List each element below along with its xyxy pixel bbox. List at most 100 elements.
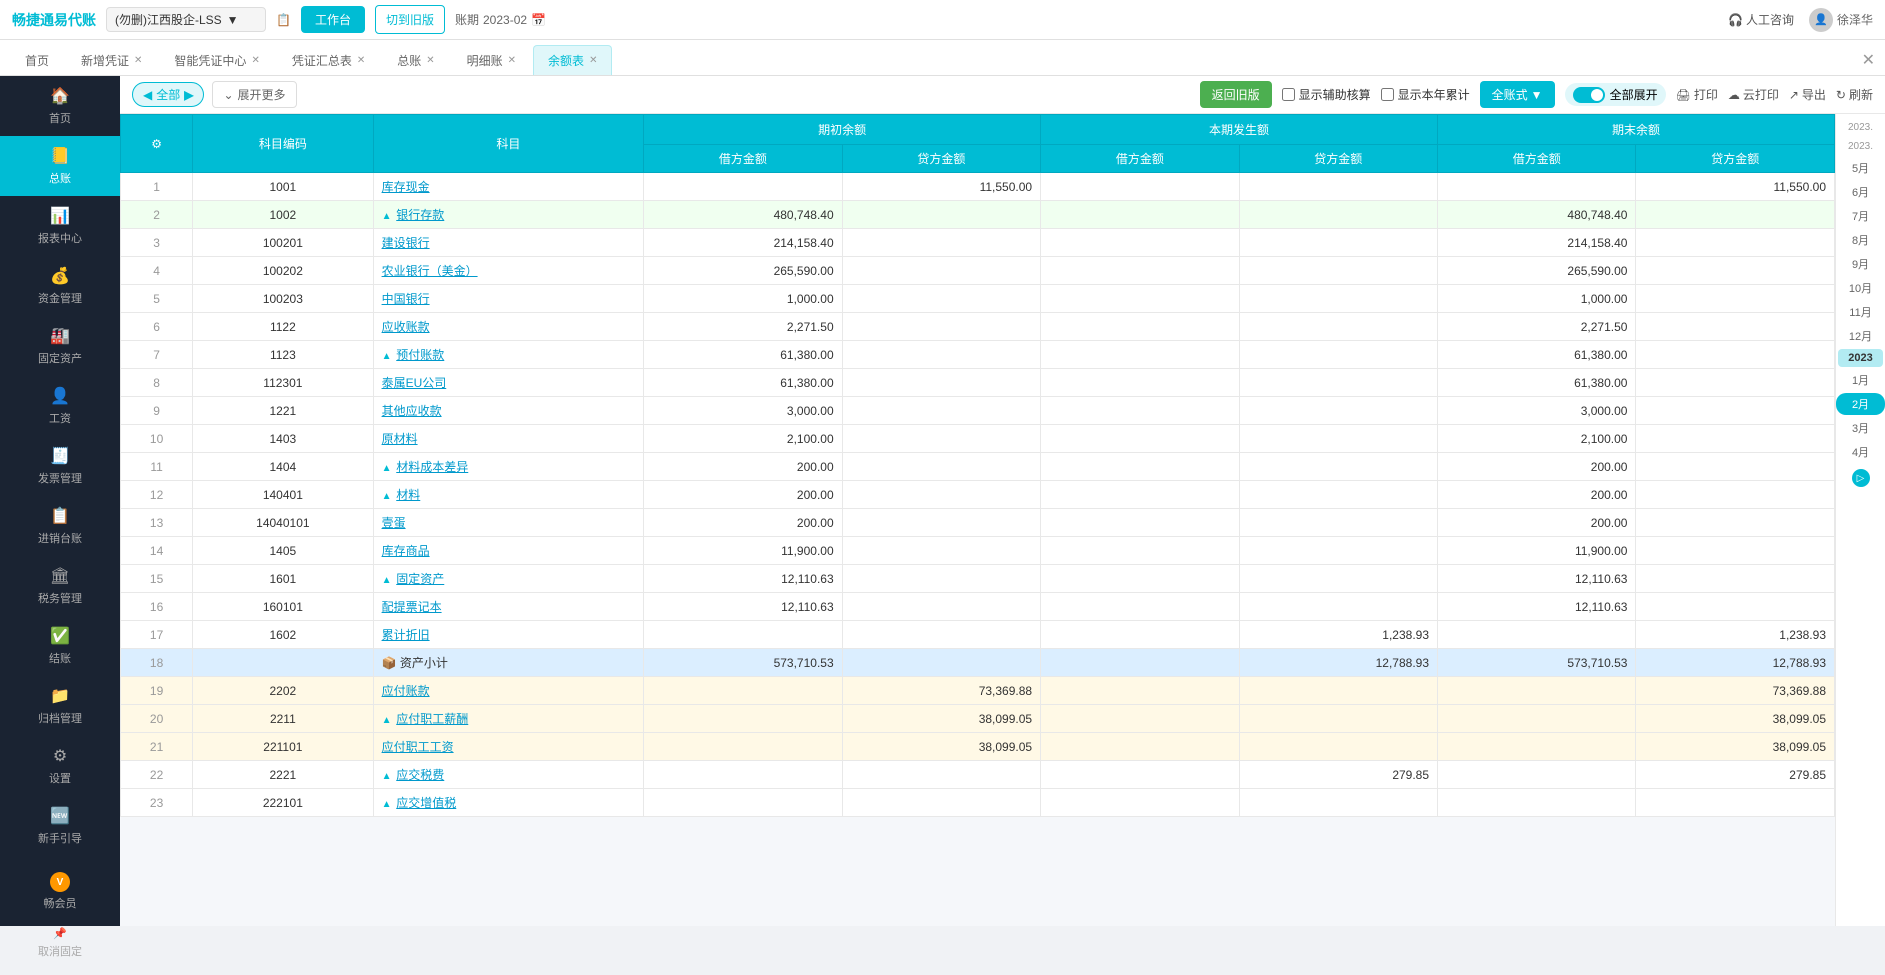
- name-cell[interactable]: ▲ 银行存款: [373, 201, 644, 229]
- name-cell[interactable]: 累计折旧: [373, 621, 644, 649]
- format-button[interactable]: 全账式 ▼: [1480, 81, 1555, 108]
- sidebar-item-tax[interactable]: 🏛 税务管理: [0, 556, 120, 616]
- sidebar-item-archive[interactable]: 📁 归档管理: [0, 676, 120, 736]
- account-name[interactable]: 应交增值税: [396, 796, 456, 810]
- expand-more-button[interactable]: ⌄ 展开更多: [212, 81, 296, 108]
- name-cell[interactable]: 📦 资产小计: [373, 649, 644, 677]
- settings-col-header[interactable]: ⚙: [121, 115, 193, 173]
- month-1[interactable]: 1月: [1836, 369, 1885, 391]
- sidebar-item-guide[interactable]: 🆕 新手引导: [0, 796, 120, 856]
- account-name[interactable]: 固定资产: [396, 572, 444, 586]
- account-name[interactable]: 配提票记本: [382, 600, 442, 614]
- name-cell[interactable]: 应付账款: [373, 677, 644, 705]
- name-cell[interactable]: ▲ 应付职工薪酬: [373, 705, 644, 733]
- tab-close-smart-voucher[interactable]: ✕: [251, 55, 259, 66]
- account-name[interactable]: 预付账款: [396, 348, 444, 362]
- tab-close-voucher-summary[interactable]: ✕: [357, 55, 365, 66]
- filter-all-button[interactable]: ◀ 全部 ▶: [132, 82, 204, 107]
- expand-all-toggle[interactable]: 全部展开: [1565, 83, 1666, 106]
- sidebar-item-home[interactable]: 🏠 首页: [0, 76, 120, 136]
- account-name[interactable]: 库存现金: [382, 180, 430, 194]
- show-auxiliary-checkbox[interactable]: 显示辅助核算: [1282, 86, 1371, 103]
- name-cell[interactable]: 原材料: [373, 425, 644, 453]
- sidebar-item-capital[interactable]: 💰 资金管理: [0, 256, 120, 316]
- month-2-active[interactable]: 2月: [1836, 393, 1885, 415]
- name-cell[interactable]: 壹蛋: [373, 509, 644, 537]
- print-button[interactable]: 🖨 打印: [1676, 86, 1718, 103]
- name-cell[interactable]: 库存现金: [373, 173, 644, 201]
- cloud-print-button[interactable]: ☁ 云打印: [1728, 86, 1779, 103]
- name-cell[interactable]: 应付职工工资: [373, 733, 644, 761]
- account-name[interactable]: 材料: [396, 488, 420, 502]
- account-name[interactable]: 银行存款: [396, 208, 444, 222]
- sidebar-item-member[interactable]: V 畅会员: [5, 866, 115, 917]
- account-name[interactable]: 原材料: [382, 432, 418, 446]
- month-7[interactable]: 7月: [1836, 205, 1885, 227]
- name-cell[interactable]: ▲ 材料成本差异: [373, 453, 644, 481]
- expand-arrow-icon[interactable]: ▲: [382, 771, 395, 782]
- month-9[interactable]: 9月: [1836, 253, 1885, 275]
- name-cell[interactable]: ▲ 材料: [373, 481, 644, 509]
- month-10[interactable]: 10月: [1836, 277, 1885, 299]
- month-12[interactable]: 12月: [1836, 325, 1885, 347]
- sidebar-item-reports[interactable]: 📊 报表中心: [0, 196, 120, 256]
- expand-arrow-icon[interactable]: ▲: [382, 351, 395, 362]
- sidebar-item-invoice[interactable]: 🧾 发票管理: [0, 436, 120, 496]
- account-name[interactable]: 材料成本差异: [396, 460, 468, 474]
- name-cell[interactable]: 配提票记本: [373, 593, 644, 621]
- month-3[interactable]: 3月: [1836, 417, 1885, 439]
- sidebar-item-fixed-assets[interactable]: 🏭 固定资产: [0, 316, 120, 376]
- account-name[interactable]: 累计折旧: [382, 628, 430, 642]
- sidebar-item-settlement[interactable]: ✅ 结账: [0, 616, 120, 676]
- tab-close-ledger[interactable]: ✕: [426, 55, 434, 66]
- account-name[interactable]: 中国银行: [382, 292, 430, 306]
- user-info[interactable]: 👤 徐泽华: [1809, 8, 1873, 32]
- name-cell[interactable]: 农业银行（美金）: [373, 257, 644, 285]
- expand-arrow-icon[interactable]: ▲: [382, 211, 395, 222]
- sidebar-item-payroll[interactable]: 👤 工资: [0, 376, 120, 436]
- month-5[interactable]: 5月: [1836, 157, 1885, 179]
- account-name[interactable]: 其他应收款: [382, 404, 442, 418]
- switch-version-button[interactable]: 切到旧版: [375, 5, 445, 34]
- name-cell[interactable]: 建设银行: [373, 229, 644, 257]
- ytd-checkbox-input[interactable]: [1381, 88, 1394, 101]
- close-all-tabs-button[interactable]: ✕: [1862, 50, 1875, 75]
- account-name[interactable]: 泰属EU公司: [382, 376, 447, 390]
- account-name[interactable]: 农业银行（美金）: [382, 264, 478, 278]
- unpin-fixed-button[interactable]: 📌 取消固定: [5, 921, 115, 965]
- name-cell[interactable]: 中国银行: [373, 285, 644, 313]
- account-name[interactable]: 壹蛋: [382, 516, 406, 530]
- tab-detail[interactable]: 明细账 ✕: [452, 45, 531, 75]
- month-11[interactable]: 11月: [1836, 301, 1885, 323]
- consult-button[interactable]: 🎧 人工咨询: [1728, 11, 1794, 28]
- account-name[interactable]: 建设银行: [382, 236, 430, 250]
- tab-close-detail[interactable]: ✕: [508, 55, 516, 66]
- name-cell[interactable]: ▲ 应交税费: [373, 761, 644, 789]
- month-8[interactable]: 8月: [1836, 229, 1885, 251]
- tab-new-voucher[interactable]: 新增凭证 ✕: [66, 45, 157, 75]
- auxiliary-checkbox-input[interactable]: [1282, 88, 1295, 101]
- account-name[interactable]: 应收账款: [382, 320, 430, 334]
- sidebar-item-settings[interactable]: ⚙ 设置: [0, 736, 120, 796]
- month-6[interactable]: 6月: [1836, 181, 1885, 203]
- expand-arrow-icon[interactable]: ▲: [382, 575, 395, 586]
- expand-arrow-icon[interactable]: ▲: [382, 491, 395, 502]
- month-4[interactable]: 4月: [1836, 441, 1885, 463]
- name-cell[interactable]: ▲ 应交增值税: [373, 789, 644, 817]
- account-name[interactable]: 应付职工薪酬: [396, 712, 468, 726]
- account-name[interactable]: 库存商品: [382, 544, 430, 558]
- tab-home[interactable]: 首页: [10, 45, 64, 75]
- name-cell[interactable]: 库存商品: [373, 537, 644, 565]
- workbench-button[interactable]: 工作台: [301, 6, 365, 33]
- expand-arrow-icon[interactable]: ▲: [382, 463, 395, 474]
- export-button[interactable]: ↗ 导出: [1789, 86, 1826, 103]
- tab-close-new-voucher[interactable]: ✕: [134, 55, 142, 66]
- name-cell[interactable]: 其他应收款: [373, 397, 644, 425]
- tab-smart-voucher[interactable]: 智能凭证中心 ✕: [159, 45, 274, 75]
- name-cell[interactable]: ▲ 预付账款: [373, 341, 644, 369]
- account-name[interactable]: 应交税费: [396, 768, 444, 782]
- sidebar-item-purchase-sale[interactable]: 📋 进销台账: [0, 496, 120, 556]
- account-name[interactable]: 应付职工工资: [382, 740, 454, 754]
- tab-close-balance[interactable]: ✕: [589, 55, 597, 66]
- name-cell[interactable]: ▲ 固定资产: [373, 565, 644, 593]
